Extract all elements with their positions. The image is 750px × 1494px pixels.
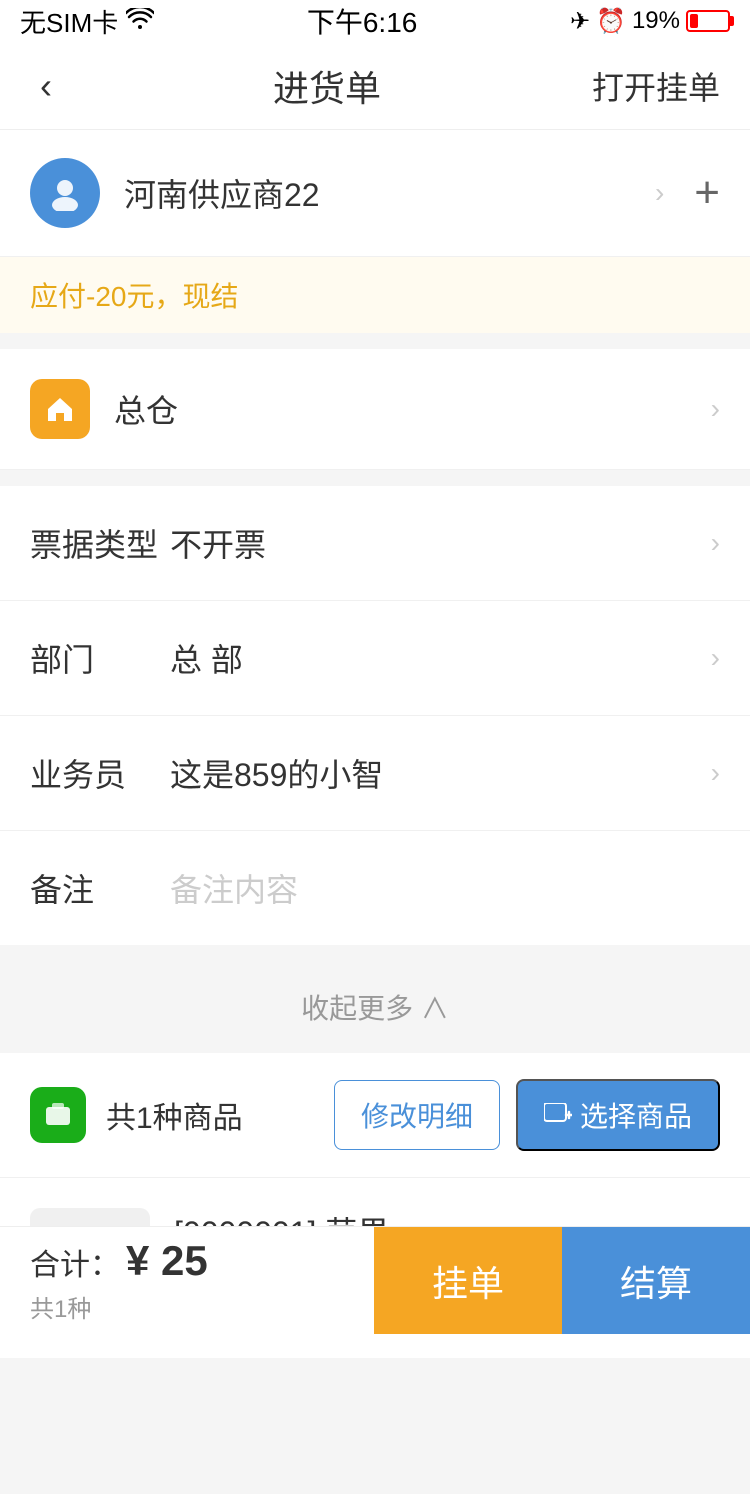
remark-input[interactable]: 备注内容 <box>160 865 720 911</box>
warehouse-chevron-icon: › <box>711 393 720 425</box>
warehouse-row[interactable]: 总仓 › <box>0 349 750 470</box>
invoice-type-row[interactable]: 票据类型 不开票 › <box>0 486 750 601</box>
invoice-type-chevron-icon: › <box>711 527 720 559</box>
warehouse-card: 总仓 › <box>0 349 750 470</box>
product-icon <box>30 1087 86 1143</box>
status-bar: 无SIM卡 下午6:16 ✈ ⏰ 19% <box>0 0 750 42</box>
staff-chevron-icon: › <box>711 757 720 789</box>
add-button[interactable]: + <box>694 168 720 218</box>
hang-button[interactable]: 挂单 <box>374 1227 562 1334</box>
total-amount: ¥ 25 <box>126 1237 208 1285</box>
remark-label: 备注 <box>30 865 160 911</box>
status-time: 下午6:16 <box>307 1 418 41</box>
department-value: 总 部 <box>160 635 711 681</box>
wifi-icon <box>126 6 154 37</box>
battery-percent: 19% <box>632 7 680 35</box>
supplier-chevron-icon: › <box>655 177 664 209</box>
product-count: 共1种商品 <box>106 1093 334 1137</box>
department-label: 部门 <box>30 635 160 681</box>
nav-bar: ‹ 进货单 打开挂单 <box>0 42 750 130</box>
footer-total-main: 合计： ¥ 25 <box>30 1237 344 1285</box>
footer-total-sub: 共1种 <box>30 1289 344 1324</box>
notice-bar: 应付-20元，现结 <box>0 257 750 333</box>
location-icon: ✈ <box>570 7 590 36</box>
remark-row[interactable]: 备注 备注内容 <box>0 831 750 945</box>
collapse-bar[interactable]: 收起更多 ∧ <box>0 961 750 1053</box>
select-product-label: 选择商品 <box>580 1095 692 1135</box>
invoice-type-value: 不开票 <box>160 520 711 566</box>
back-button[interactable]: ‹ <box>30 55 62 117</box>
supplier-name: 河南供应商22 <box>124 170 655 216</box>
staff-row[interactable]: 业务员 这是859的小智 › <box>0 716 750 831</box>
staff-value: 这是859的小智 <box>160 750 711 796</box>
department-chevron-icon: › <box>711 642 720 674</box>
invoice-type-label: 票据类型 <box>30 520 160 566</box>
battery-icon <box>686 10 730 32</box>
supplier-avatar <box>30 158 100 228</box>
warehouse-name: 总仓 <box>114 386 711 432</box>
product-header: 共1种商品 修改明细 选择商品 <box>0 1053 750 1178</box>
department-row[interactable]: 部门 总 部 › <box>0 601 750 716</box>
footer: 合计： ¥ 25 共1种 挂单 结算 <box>0 1226 750 1334</box>
select-product-button[interactable]: 选择商品 <box>516 1079 720 1151</box>
form-card: 票据类型 不开票 › 部门 总 部 › 业务员 这是859的小智 › 备注 备注… <box>0 486 750 945</box>
settle-button[interactable]: 结算 <box>562 1227 750 1334</box>
signal-text: 无SIM卡 <box>20 3 118 40</box>
status-left: 无SIM卡 <box>20 3 154 40</box>
warehouse-icon <box>30 379 90 439</box>
supplier-row[interactable]: 河南供应商22 › + <box>0 130 750 257</box>
total-label: 合计： <box>30 1240 120 1284</box>
page-title: 进货单 <box>273 60 381 112</box>
open-hang-button[interactable]: 打开挂单 <box>592 63 720 109</box>
edit-detail-button[interactable]: 修改明细 <box>334 1080 500 1150</box>
status-right: ✈ ⏰ 19% <box>570 7 730 36</box>
supplier-card: 河南供应商22 › + 应付-20元，现结 <box>0 130 750 333</box>
alarm-icon: ⏰ <box>596 7 626 36</box>
staff-label: 业务员 <box>30 750 160 796</box>
footer-total: 合计： ¥ 25 共1种 <box>0 1227 374 1334</box>
